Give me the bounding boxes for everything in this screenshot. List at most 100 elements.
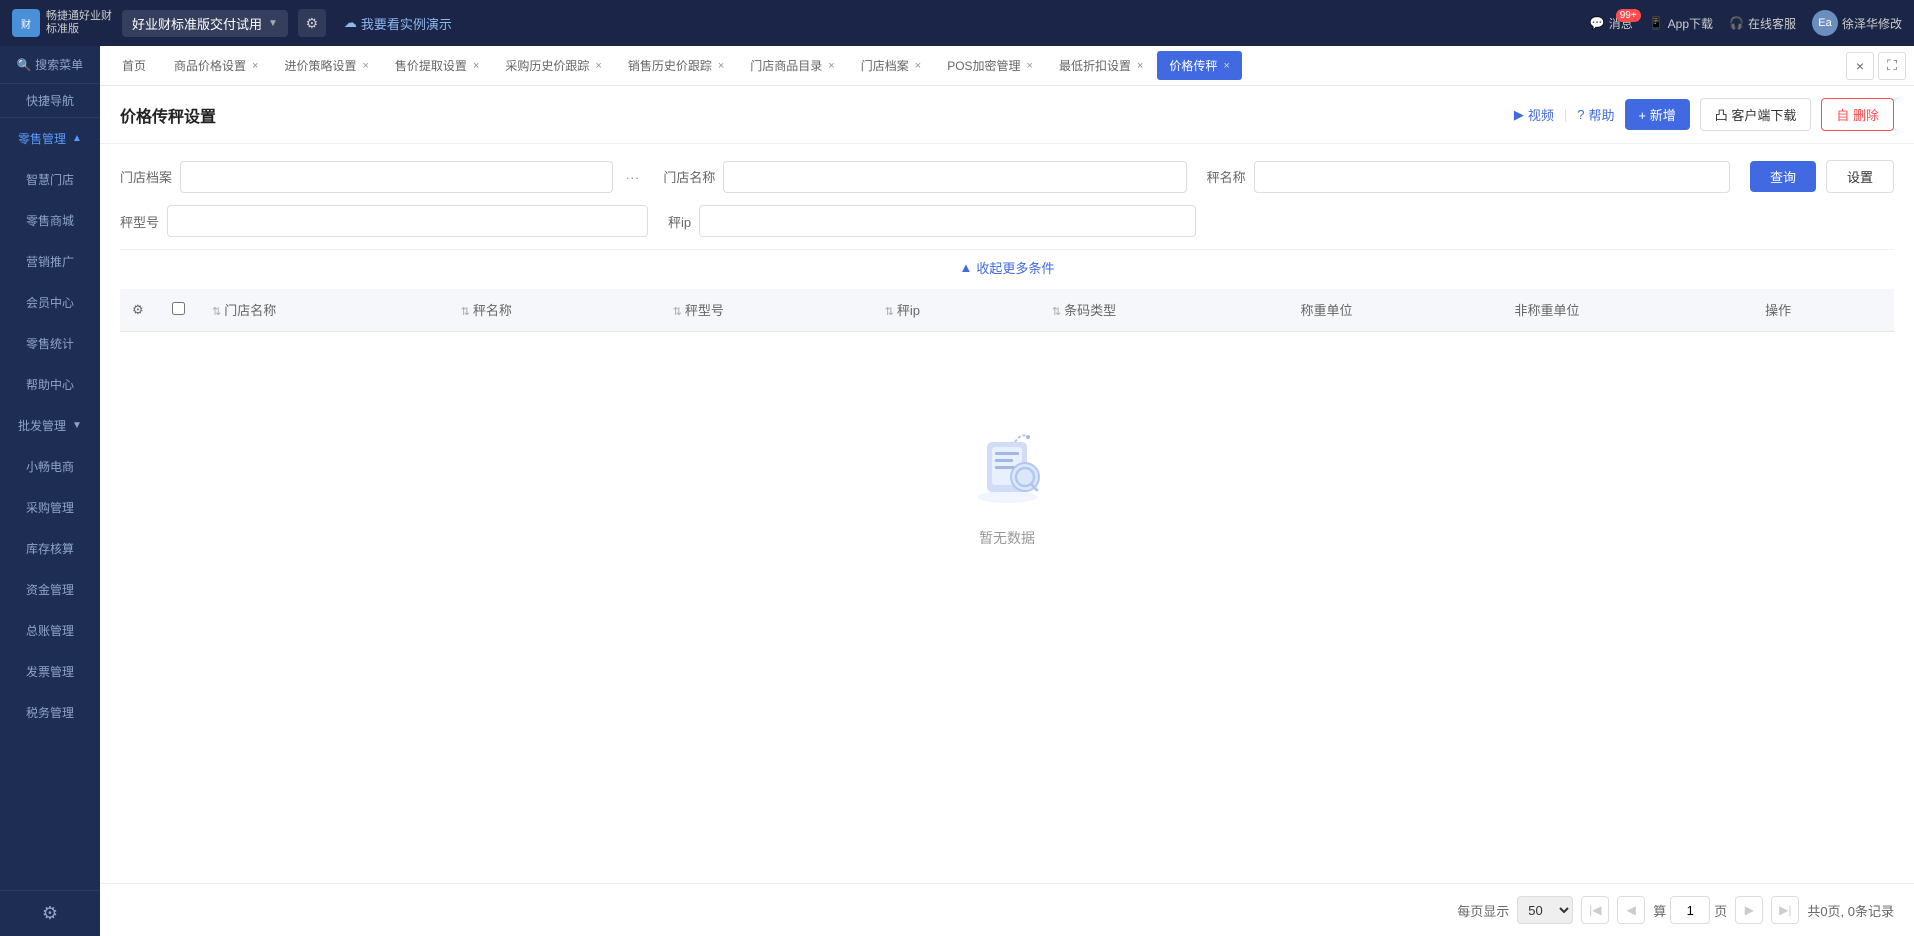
prev-page-button[interactable]: ◀ xyxy=(1617,896,1645,924)
demo-icon: ☁ xyxy=(344,15,357,31)
store-name-input[interactable] xyxy=(723,161,1186,193)
message-button[interactable]: 💬 消息 99+ xyxy=(1590,15,1633,32)
scale-model-input[interactable] xyxy=(167,205,648,237)
filter-row-1: 门店档案 ··· 门店名称 秤名称 查询 设置 xyxy=(120,160,1894,193)
demo-button[interactable]: ☁ 我要看实例演示 xyxy=(344,14,452,33)
page-input-wrap: 算 页 xyxy=(1653,896,1727,924)
search-icon: 🔍 xyxy=(17,58,32,72)
sidebar-item-general-ledger[interactable]: 总账管理 xyxy=(0,610,100,651)
query-button[interactable]: 查询 xyxy=(1750,161,1816,192)
tab-close-icon[interactable]: × xyxy=(828,60,834,72)
sidebar-item-retail-management[interactable]: 零售管理 ▲ xyxy=(0,118,100,159)
tab-store-file[interactable]: 门店档案 × xyxy=(849,51,933,80)
tab-close-icon[interactable]: × xyxy=(362,60,368,72)
sidebar-item-tax[interactable]: 税务管理 xyxy=(0,692,100,733)
tab-label: 最低折扣设置 xyxy=(1059,57,1131,74)
sidebar-item-label: 批发管理 xyxy=(18,417,66,434)
sidebar-item-marketing[interactable]: 营销推广 xyxy=(0,241,100,282)
select-all-checkbox[interactable] xyxy=(172,302,185,315)
tab-pos-encrypt[interactable]: POS加密管理 × xyxy=(935,51,1045,80)
tab-close-icon[interactable]: × xyxy=(1223,60,1229,72)
delete-button[interactable]: 自 删除 xyxy=(1821,98,1894,131)
set-button[interactable]: 设置 xyxy=(1826,160,1894,193)
tab-label: 进价策略设置 xyxy=(284,57,356,74)
tab-price-scale[interactable]: 价格传秤 × xyxy=(1157,51,1241,80)
filter-label-store-name: 门店名称 xyxy=(663,167,715,186)
tab-goods-price[interactable]: 商品价格设置 × xyxy=(162,51,270,80)
page-number-input[interactable] xyxy=(1670,896,1710,924)
user-info[interactable]: Ea 徐泽华修改 xyxy=(1812,10,1902,36)
scale-ip-input[interactable] xyxy=(699,205,1196,237)
scale-name-input[interactable] xyxy=(1254,161,1730,193)
tab-sale-history[interactable]: 销售历史价跟踪 × xyxy=(616,51,736,80)
tab-sale-extract[interactable]: 售价提取设置 × xyxy=(383,51,491,80)
page-size-select[interactable]: 50 10 20 100 xyxy=(1517,896,1573,924)
download-client-button[interactable]: 凸 客户端下载 xyxy=(1700,98,1812,131)
sidebar-item-xiao-chang[interactable]: 小畅电商 xyxy=(0,446,100,487)
online-service-button[interactable]: 🎧 在线客服 xyxy=(1729,15,1796,32)
tab-close-icon[interactable]: × xyxy=(1137,60,1143,72)
last-page-button[interactable]: ▶| xyxy=(1771,896,1799,924)
tab-store-catalog[interactable]: 门店商品目录 × xyxy=(738,51,846,80)
tab-maximize-icon[interactable]: ⛶ xyxy=(1878,52,1906,80)
sidebar-item-invoice[interactable]: 发票管理 xyxy=(0,651,100,692)
version-selector[interactable]: 好业财标准版交付试用 ▼ xyxy=(122,10,288,37)
tab-close-all-icon[interactable]: × xyxy=(1846,52,1874,80)
sidebar-item-finance[interactable]: 资金管理 xyxy=(0,569,100,610)
video-label: 视频 xyxy=(1528,105,1554,124)
app-wrapper: 财 畅捷通好业财 标准版 好业财标准版交付试用 ▼ ⚙ ☁ 我要看实例演示 💬 … xyxy=(0,0,1914,936)
tab-close-icon[interactable]: × xyxy=(473,60,479,72)
sidebar-item-retail-stats[interactable]: 零售统计 xyxy=(0,323,100,364)
tab-close-icon[interactable]: × xyxy=(718,60,724,72)
sidebar-item-label: 营销推广 xyxy=(26,253,74,270)
collapse-label: 收起更多条件 xyxy=(976,258,1054,277)
th-scale-ip[interactable]: 秤ip xyxy=(873,289,1040,331)
app-logo: 财 畅捷通好业财 标准版 xyxy=(12,9,112,37)
video-link[interactable]: ▶ 视频 xyxy=(1514,105,1554,124)
tab-close-icon[interactable]: × xyxy=(915,60,921,72)
filter-scale-name: 秤名称 xyxy=(1207,161,1730,193)
tab-purchase-strategy[interactable]: 进价策略设置 × xyxy=(272,51,380,80)
sidebar-item-help-center[interactable]: 帮助中心 xyxy=(0,364,100,405)
th-store-name[interactable]: 门店名称 xyxy=(200,289,449,331)
next-page-button[interactable]: ▶ xyxy=(1735,896,1763,924)
store-file-input[interactable] xyxy=(180,161,613,193)
header-actions: ▶ 视频 | ? 帮助 + 新增 凸 客户端下载 自 删除 xyxy=(1514,98,1894,131)
sidebar-item-purchase[interactable]: 采购管理 xyxy=(0,487,100,528)
sidebar-item-retail-mall[interactable]: 零售商城 xyxy=(0,200,100,241)
th-checkbox[interactable] xyxy=(160,289,200,331)
tab-label: 商品价格设置 xyxy=(174,57,246,74)
th-scale-name[interactable]: 秤名称 xyxy=(449,289,661,331)
sidebar-item-label: 发票管理 xyxy=(26,663,74,680)
settings-icon[interactable]: ⚙ xyxy=(298,9,326,37)
th-scale-model[interactable]: 秤型号 xyxy=(661,289,873,331)
tab-home[interactable]: 首页 xyxy=(108,51,160,80)
tab-close-icon[interactable]: × xyxy=(252,60,258,72)
sidebar-settings-icon[interactable]: ⚙ xyxy=(0,890,100,936)
sidebar-item-wholesale[interactable]: 批发管理 ▼ xyxy=(0,405,100,446)
sidebar-item-smart-store[interactable]: 智慧门店 xyxy=(0,159,100,200)
tab-close-icon[interactable]: × xyxy=(595,60,601,72)
sidebar-item-inventory[interactable]: 库存核算 xyxy=(0,528,100,569)
tab-label: 销售历史价跟踪 xyxy=(628,57,712,74)
sidebar-item-label: 资金管理 xyxy=(26,581,74,598)
add-button[interactable]: + 新增 xyxy=(1625,99,1690,130)
th-settings[interactable]: ⚙ xyxy=(120,289,160,331)
collapse-button[interactable]: ▲ 收起更多条件 xyxy=(120,249,1894,289)
app-download-button[interactable]: 📱 App下载 xyxy=(1649,15,1713,32)
first-page-button[interactable]: |◀ xyxy=(1581,896,1609,924)
tab-close-icon[interactable]: × xyxy=(1027,60,1033,72)
sidebar-quick-nav[interactable]: 快捷导航 xyxy=(0,84,100,118)
store-file-dots-icon[interactable]: ··· xyxy=(621,169,643,185)
tab-min-discount[interactable]: 最低折扣设置 × xyxy=(1047,51,1155,80)
sidebar-item-member-center[interactable]: 会员中心 xyxy=(0,282,100,323)
th-barcode-type[interactable]: 条码类型 xyxy=(1040,289,1289,331)
sidebar-item-label: 零售商城 xyxy=(26,212,74,229)
content-area: 首页 商品价格设置 × 进价策略设置 × 售价提取设置 × 采购历史价跟踪 × xyxy=(100,46,1914,936)
tab-purchase-history[interactable]: 采购历史价跟踪 × xyxy=(493,51,613,80)
help-link[interactable]: ? 帮助 xyxy=(1577,105,1614,124)
help-icon: ? xyxy=(1577,107,1584,122)
sidebar-item-label: 会员中心 xyxy=(26,294,74,311)
collapse-icon: ▲ xyxy=(960,260,973,275)
sidebar-search[interactable]: 🔍 搜索菜单 xyxy=(0,46,100,84)
